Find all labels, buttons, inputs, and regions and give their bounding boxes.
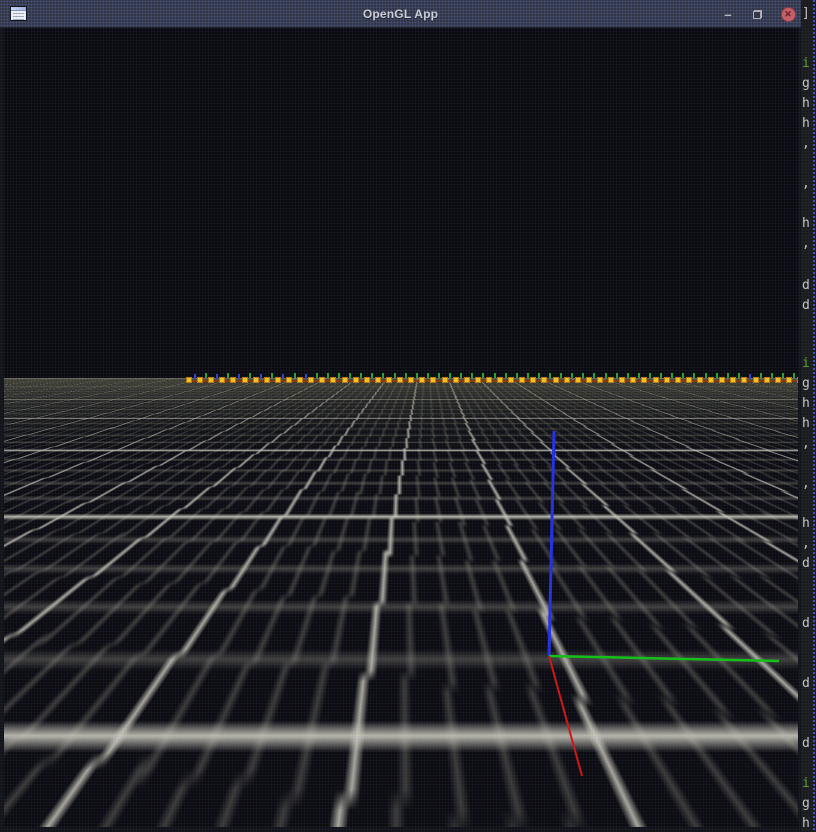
horizon-line xyxy=(4,378,798,379)
terminal-text-fragment: h xyxy=(802,516,810,531)
terminal-text-fragment: g xyxy=(802,376,810,391)
terminal-text-fragment: g xyxy=(802,76,810,91)
restore-button[interactable] xyxy=(746,0,768,28)
terminal-text-fragment: , xyxy=(802,236,810,251)
terminal-text-fragment: h xyxy=(802,96,810,111)
terminal-text-fragment: h xyxy=(802,216,810,231)
close-icon: ✕ xyxy=(780,6,796,22)
screen: ] i g h h,, h, d d i g h h,, h, d d d d i g h OpenGL App – … xyxy=(0,0,816,832)
terminal-text-fragment: h xyxy=(802,416,810,431)
titlebar[interactable]: OpenGL App – ✕ xyxy=(0,0,801,28)
terminal-text-fragment: d xyxy=(802,736,810,751)
terminal-text-fragment: h xyxy=(802,396,810,411)
terminal-window-border xyxy=(813,0,815,832)
terminal-text-fragment: , xyxy=(802,136,810,151)
terminal-text-fragment: g xyxy=(802,796,810,811)
gl-viewport[interactable] xyxy=(4,28,798,827)
terminal-text-fragment: ] xyxy=(802,6,810,21)
terminal-text-fragment: h xyxy=(802,116,810,131)
terminal-text-fragment: d xyxy=(802,298,810,313)
terminal-text-fragment: , xyxy=(802,476,810,491)
terminal-text-fragment: d xyxy=(802,676,810,691)
terminal-text-fragment: d xyxy=(802,278,810,293)
terminal-text-fragment: , xyxy=(802,536,810,551)
terminal-text-fragment: , xyxy=(802,176,810,191)
ground-grid xyxy=(4,378,798,827)
terminal-text-fragment: d xyxy=(802,556,810,571)
terminal-text-fragment: i xyxy=(802,56,810,71)
window-title: OpenGL App xyxy=(362,7,439,21)
restore-icon xyxy=(752,9,762,19)
terminal-text-fragment: , xyxy=(802,436,810,451)
terminal-text-fragment: i xyxy=(802,776,810,791)
close-button[interactable]: ✕ xyxy=(777,0,799,28)
minimize-button[interactable]: – xyxy=(717,0,739,28)
terminal-text-fragment: i xyxy=(802,356,810,371)
opengl-app-window: OpenGL App – ✕ xyxy=(0,0,801,832)
minimize-icon: – xyxy=(724,6,732,22)
background-terminal-window[interactable]: ] i g h h,, h, d d i g h h,, h, d d d d i g h xyxy=(801,0,816,832)
waypoint-marker-line xyxy=(4,28,798,388)
terminal-text-fragment: h xyxy=(802,816,810,831)
terminal-text-fragment: d xyxy=(802,616,810,631)
